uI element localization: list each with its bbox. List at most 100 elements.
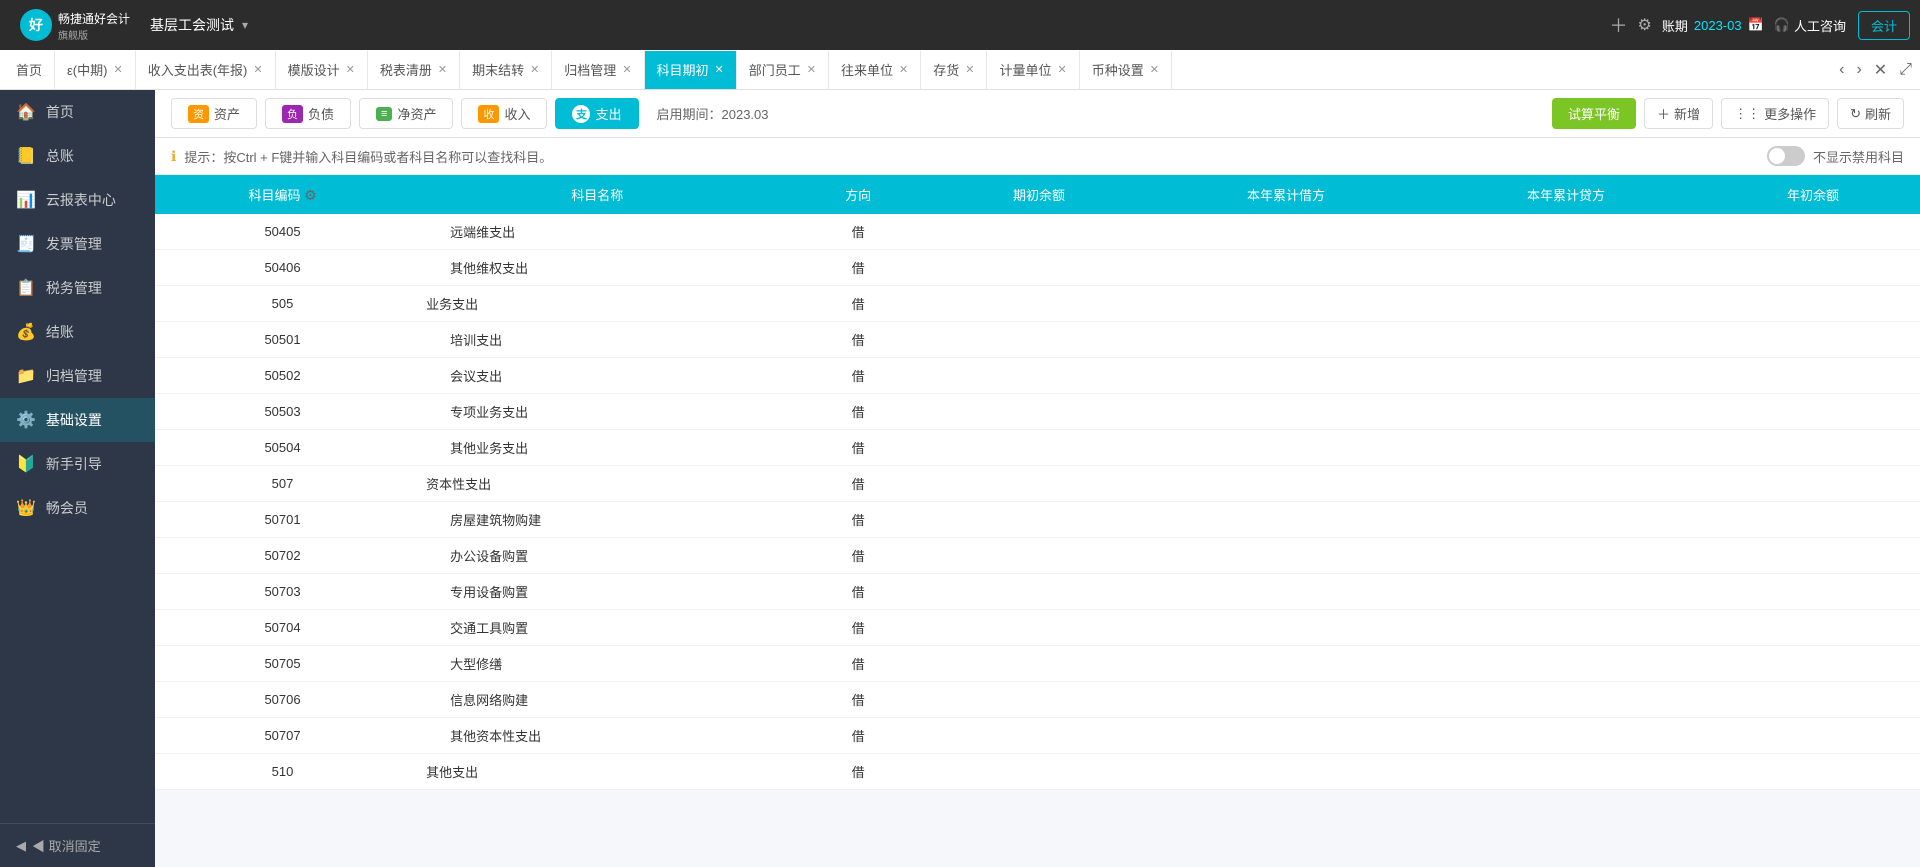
cell-name: 远端维支出	[410, 214, 784, 250]
refresh-btn[interactable]: ↻ 刷新	[1837, 98, 1904, 129]
tab-unit[interactable]: 计量单位 ✕	[987, 51, 1079, 89]
company-name[interactable]: 基层工会测试 ▾	[150, 15, 1600, 35]
settings-icon[interactable]: ⚙	[1638, 15, 1652, 35]
cell-direction: 借	[784, 430, 932, 466]
tab-dept-close[interactable]: ✕	[807, 63, 816, 76]
sidebar-item-guide[interactable]: 🔰 新手引导	[0, 442, 155, 486]
table-row[interactable]: 50706信息网络购建借	[155, 682, 1920, 718]
sidebar-collapse-btn[interactable]: ◀ ◀ 取消固定	[0, 823, 155, 867]
table-row[interactable]: 507资本性支出借	[155, 466, 1920, 502]
table-row[interactable]: 50502会议支出借	[155, 358, 1920, 394]
col-settings-icon[interactable]: ⚙	[304, 187, 317, 203]
tab-dept[interactable]: 部门员工 ✕	[737, 51, 829, 89]
sidebar-item-home[interactable]: 🏠 首页	[0, 90, 155, 134]
cell-ytd-credit	[1426, 466, 1706, 502]
sub-tab-liability[interactable]: 负 负债	[265, 98, 351, 129]
cell-name: 办公设备购置	[410, 538, 784, 574]
tab-subject-init[interactable]: 科目期初 ✕	[645, 51, 737, 89]
tab-inventory-close[interactable]: ✕	[965, 63, 974, 76]
tab-tax-close[interactable]: ✕	[438, 63, 447, 76]
sidebar-item-tax[interactable]: 📋 税务管理	[0, 266, 155, 310]
table-row[interactable]: 50701房屋建筑物购建借	[155, 502, 1920, 538]
cell-opening-balance	[932, 502, 1146, 538]
sub-tab-asset[interactable]: 资 资产	[171, 98, 257, 129]
sidebar-item-archive[interactable]: 📁 归档管理	[0, 354, 155, 398]
tab-partner[interactable]: 往来单位 ✕	[829, 51, 921, 89]
cell-ytd-credit	[1426, 682, 1706, 718]
tab-home[interactable]: 首页	[4, 51, 55, 89]
cell-direction: 借	[784, 682, 932, 718]
cell-direction: 借	[784, 286, 932, 322]
cell-direction: 借	[784, 646, 932, 682]
company-dropdown-icon[interactable]: ▾	[242, 18, 248, 32]
tab-template-close[interactable]: ✕	[346, 63, 355, 76]
table-row[interactable]: 50702办公设备购置借	[155, 538, 1920, 574]
cell-opening-balance	[932, 682, 1146, 718]
table-row[interactable]: 50503专项业务支出借	[155, 394, 1920, 430]
table-row[interactable]: 50504其他业务支出借	[155, 430, 1920, 466]
table-row[interactable]: 510其他支出借	[155, 754, 1920, 790]
tab-period-end-close[interactable]: ✕	[530, 63, 539, 76]
tab-subject-init-close[interactable]: ✕	[715, 63, 724, 76]
tab-close-all-btn[interactable]: ✕	[1870, 60, 1891, 80]
table-row[interactable]: 50501培训支出借	[155, 322, 1920, 358]
sidebar-item-member[interactable]: 👑 畅会员	[0, 486, 155, 530]
table-row[interactable]: 50707其他资本性支出借	[155, 718, 1920, 754]
logo-sub: 旗舰版	[58, 27, 130, 42]
sidebar-item-settings[interactable]: ⚙️ 基础设置	[0, 398, 155, 442]
tab-archive[interactable]: 归档管理 ✕	[552, 51, 644, 89]
sidebar-item-ledger[interactable]: 📒 总账	[0, 134, 155, 178]
account-button[interactable]: 会计	[1858, 11, 1910, 40]
add-company-btn[interactable]: ＋	[1610, 12, 1628, 38]
table-row[interactable]: 50704交通工具购置借	[155, 610, 1920, 646]
tab-interim[interactable]: ε(中期) ✕	[55, 51, 136, 89]
cell-year-start	[1706, 610, 1920, 646]
sidebar-tax-label: 税务管理	[46, 278, 102, 298]
sidebar-item-reports[interactable]: 📊 云报表中心	[0, 178, 155, 222]
tab-expand-btn[interactable]: ⤢	[1895, 61, 1916, 79]
tab-next-btn[interactable]: ›	[1852, 61, 1865, 79]
table-row[interactable]: 50703专用设备购置借	[155, 574, 1920, 610]
table-row[interactable]: 50705大型修缮借	[155, 646, 1920, 682]
sub-tab-income-entry[interactable]: 收 收入	[461, 98, 547, 129]
table-row[interactable]: 50406其他维权支出借	[155, 250, 1920, 286]
cell-opening-balance	[932, 394, 1146, 430]
cell-direction: 借	[784, 538, 932, 574]
tab-inventory[interactable]: 存货 ✕	[921, 51, 987, 89]
sub-tab-asset-label: 资产	[214, 104, 240, 123]
calc-balance-btn[interactable]: 试算平衡	[1552, 98, 1636, 129]
calendar-icon[interactable]: 📅	[1748, 17, 1764, 33]
tab-currency[interactable]: 币种设置 ✕	[1080, 51, 1172, 89]
tab-prev-btn[interactable]: ‹	[1835, 61, 1848, 79]
cell-opening-balance	[932, 610, 1146, 646]
sub-tab-expenditure[interactable]: 支 支出	[555, 98, 638, 129]
sidebar-item-settlement[interactable]: 💰 结账	[0, 310, 155, 354]
tab-archive-label: 归档管理	[564, 60, 616, 79]
customer-service-btn[interactable]: 🎧 人工咨询	[1774, 16, 1846, 35]
tab-period-end[interactable]: 期末结转 ✕	[460, 51, 552, 89]
archive-icon: 📁	[16, 366, 36, 386]
tab-template[interactable]: 模版设计 ✕	[276, 51, 368, 89]
table-row[interactable]: 50405远端维支出借	[155, 214, 1920, 250]
tab-archive-close[interactable]: ✕	[622, 63, 631, 76]
tab-tax[interactable]: 税表清册 ✕	[368, 51, 460, 89]
tab-income[interactable]: 收入支出表(年报) ✕	[136, 51, 276, 89]
toggle-area: 不显示禁用科目	[1767, 146, 1904, 166]
tab-unit-close[interactable]: ✕	[1057, 63, 1066, 76]
cell-code: 507	[155, 466, 410, 502]
sidebar-item-invoice[interactable]: 🧾 发票管理	[0, 222, 155, 266]
cell-opening-balance	[932, 718, 1146, 754]
tab-income-close[interactable]: ✕	[253, 63, 262, 76]
cell-ytd-debit	[1146, 394, 1426, 430]
add-new-btn[interactable]: ＋ 新增	[1644, 98, 1713, 129]
cell-code: 50705	[155, 646, 410, 682]
sub-tab-net-asset[interactable]: ≡ 净资产	[359, 98, 453, 129]
tab-partner-close[interactable]: ✕	[899, 63, 908, 76]
tab-interim-close[interactable]: ✕	[113, 63, 122, 76]
table-row[interactable]: 505业务支出借	[155, 286, 1920, 322]
more-actions-btn[interactable]: ⋮⋮ 更多操作	[1721, 98, 1829, 129]
tab-template-label: 模版设计	[288, 60, 340, 79]
col-ytd-credit: 本年累计贷方	[1426, 175, 1706, 214]
tab-currency-close[interactable]: ✕	[1150, 63, 1159, 76]
toggle-disabled-switch[interactable]	[1767, 146, 1805, 166]
